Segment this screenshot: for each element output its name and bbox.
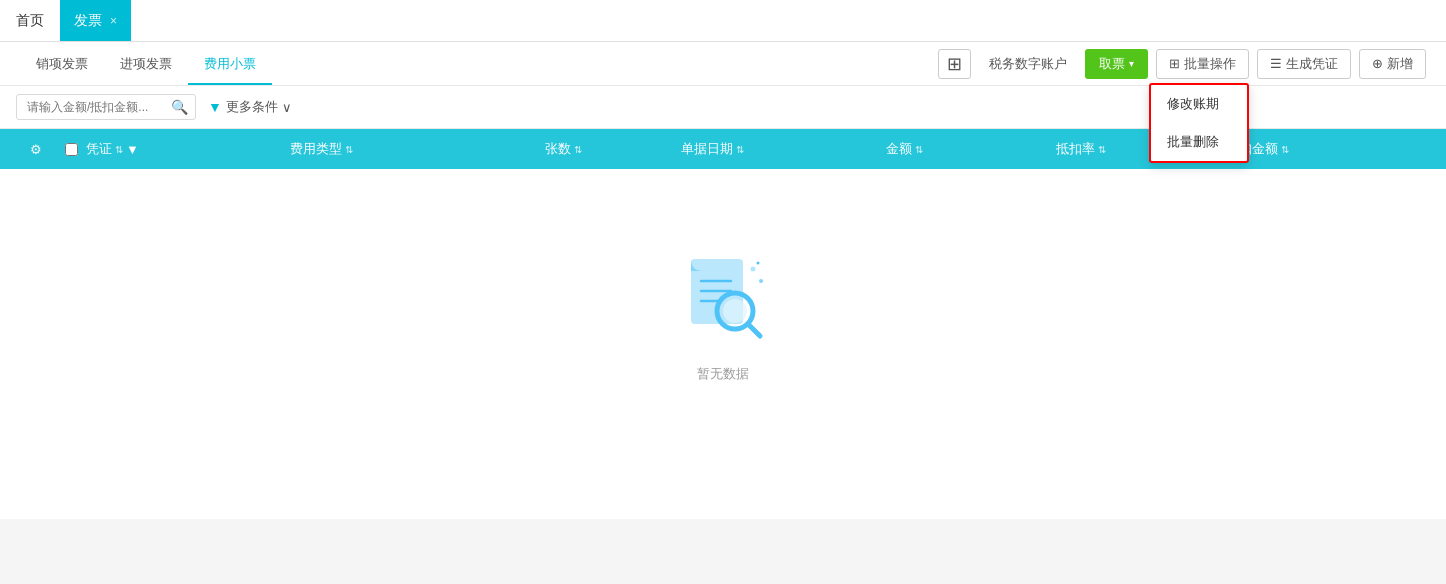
add-label: 新增 <box>1387 55 1413 73</box>
amount-sort-icon: ⇅ <box>915 144 923 155</box>
voucher-sort-icon: ⇅ <box>115 144 123 155</box>
content-area: 暂无数据 <box>0 169 1446 519</box>
fetch-arrow-icon: ▾ <box>1129 58 1134 69</box>
top-nav: 首页 发票 × <box>0 0 1446 42</box>
sub-nav: 销项发票 进项发票 费用小票 ⊞ 税务数字账户 取票 ▾ ⊞ 批量操作 修改账期… <box>0 42 1446 86</box>
tax-account-button[interactable]: 税务数字账户 <box>979 50 1077 78</box>
col-voucher-label: 凭证 <box>86 140 112 158</box>
col-amount-label: 金额 <box>886 140 912 158</box>
more-conditions-button[interactable]: ▼ 更多条件 ∨ <box>208 98 292 116</box>
search-icon: 🔍 <box>171 99 188 115</box>
col-expense-type-label: 费用类型 <box>290 140 342 158</box>
batch-op-button[interactable]: ⊞ 批量操作 <box>1156 49 1249 79</box>
batch-delete-item[interactable]: 批量删除 <box>1151 123 1247 161</box>
voucher-filter-icon: ▼ <box>126 142 139 157</box>
more-conditions-label: 更多条件 <box>226 98 278 116</box>
select-all-checkbox[interactable] <box>65 143 78 156</box>
batch-op-wrap: ⊞ 批量操作 修改账期 批量删除 <box>1156 49 1249 79</box>
svg-line-6 <box>748 324 760 336</box>
col-deduct-rate-label: 抵扣率 <box>1056 140 1095 158</box>
batch-op-label: 批量操作 <box>1184 55 1236 73</box>
generate-icon: ☰ <box>1270 56 1282 71</box>
fetch-invoice-button[interactable]: 取票 ▾ <box>1085 49 1148 79</box>
col-amount[interactable]: 金额 ⇅ <box>886 140 1056 158</box>
add-icon: ⊕ <box>1372 56 1383 71</box>
svg-point-8 <box>759 279 763 283</box>
col-count[interactable]: 张数 ⇅ <box>545 140 681 158</box>
tab-sales-invoice[interactable]: 销项发票 <box>20 42 104 85</box>
col-voucher[interactable]: 凭证 ⇅ ▼ <box>86 140 290 158</box>
tab-income-invoice[interactable]: 进项发票 <box>104 42 188 85</box>
empty-text: 暂无数据 <box>697 365 749 383</box>
svg-point-9 <box>757 262 760 265</box>
col-deduct-amount[interactable]: 抵扣金额 ⇅ <box>1226 140 1430 158</box>
filter-icon: ▼ <box>208 99 222 115</box>
col-count-label: 张数 <box>545 140 571 158</box>
col-date-label: 单据日期 <box>681 140 733 158</box>
search-input[interactable] <box>16 94 196 120</box>
col-date[interactable]: 单据日期 ⇅ <box>681 140 885 158</box>
add-button[interactable]: ⊕ 新增 <box>1359 49 1426 79</box>
empty-state: 暂无数据 <box>0 169 1446 423</box>
home-tab[interactable]: 首页 <box>0 0 60 41</box>
batch-icon: ⊞ <box>1169 56 1180 71</box>
svg-point-5 <box>723 299 747 323</box>
col-checkbox[interactable] <box>56 143 86 156</box>
search-wrap: 🔍 <box>16 94 196 120</box>
more-conditions-arrow: ∨ <box>282 100 292 115</box>
col-settings[interactable]: ⚙ <box>16 142 56 157</box>
invoice-tab[interactable]: 发票 × <box>60 0 131 41</box>
deduct-amount-sort-icon: ⇅ <box>1281 144 1289 155</box>
deduct-rate-sort-icon: ⇅ <box>1098 144 1106 155</box>
date-sort-icon: ⇅ <box>736 144 744 155</box>
svg-point-7 <box>751 267 756 272</box>
modify-period-item[interactable]: 修改账期 <box>1151 85 1247 123</box>
expense-type-sort-icon: ⇅ <box>345 144 353 155</box>
invoice-tab-label: 发票 <box>74 12 102 30</box>
toolbar: ⊞ 税务数字账户 取票 ▾ ⊞ 批量操作 修改账期 批量删除 ☰ 生成凭证 ⊕ … <box>938 49 1426 79</box>
generate-voucher-label: 生成凭证 <box>1286 55 1338 73</box>
settings-icon: ⚙ <box>30 142 42 157</box>
close-icon[interactable]: × <box>110 14 117 28</box>
empty-illustration <box>673 249 773 349</box>
tab-expense-receipt[interactable]: 费用小票 <box>188 42 272 85</box>
generate-voucher-button[interactable]: ☰ 生成凭证 <box>1257 49 1351 79</box>
count-sort-icon: ⇅ <box>574 144 582 155</box>
col-expense-type[interactable]: 费用类型 ⇅ <box>290 140 545 158</box>
qr-button[interactable]: ⊞ <box>938 49 971 79</box>
fetch-invoice-label: 取票 <box>1099 55 1125 73</box>
batch-dropdown-menu: 修改账期 批量删除 <box>1149 83 1249 163</box>
